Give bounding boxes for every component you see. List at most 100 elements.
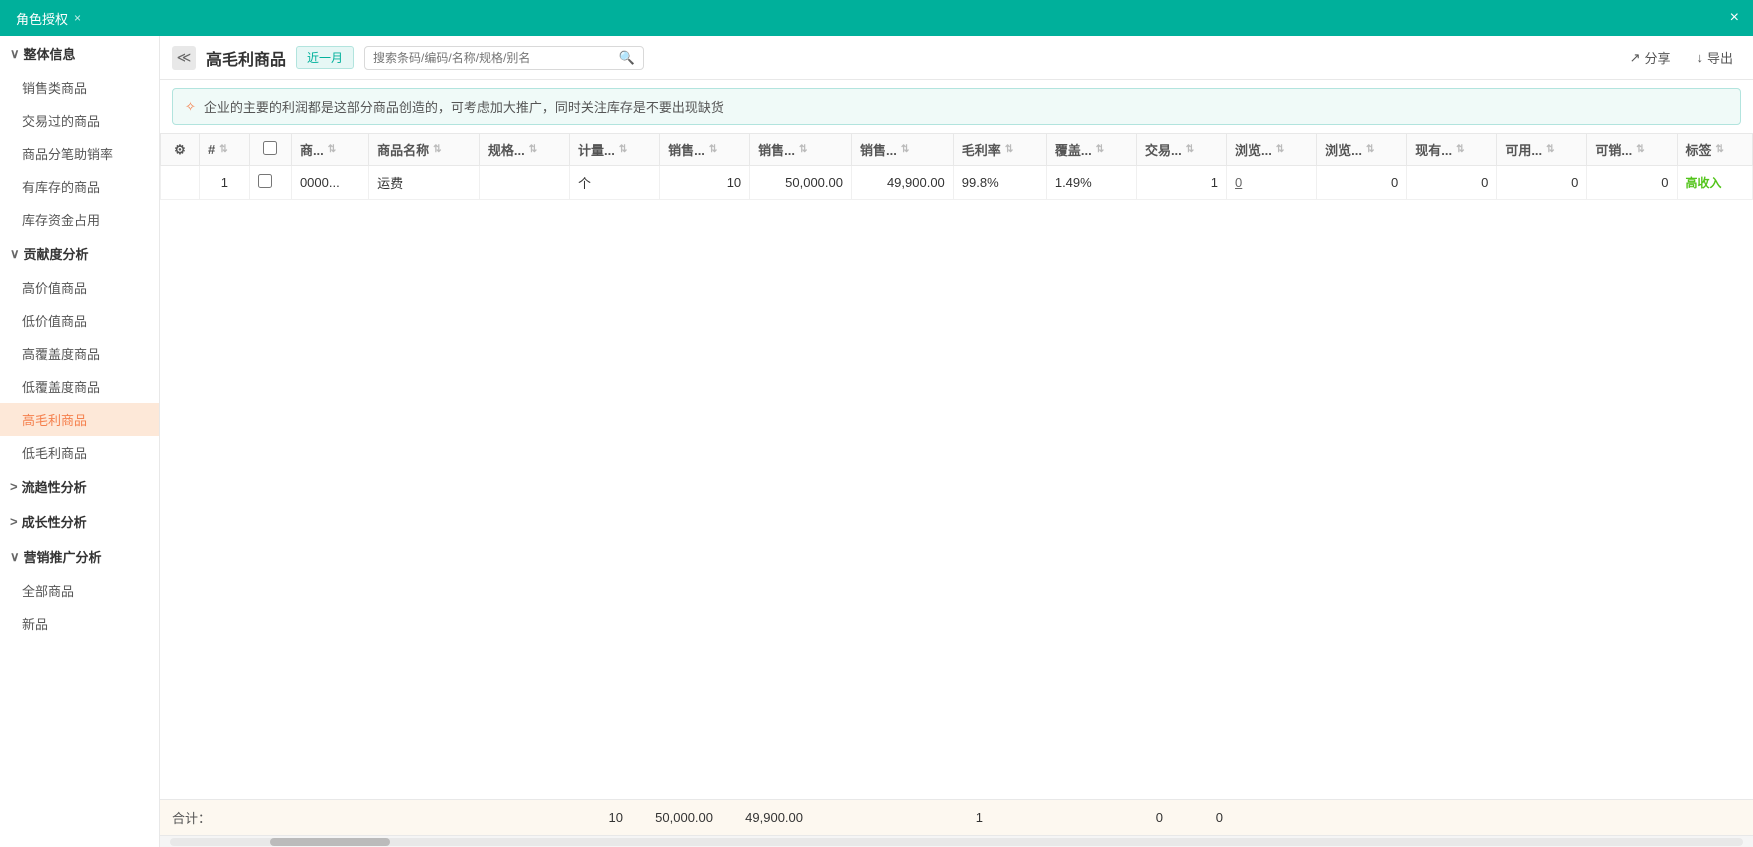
select-all-checkbox[interactable] <box>263 141 277 155</box>
nav-tabs: 首页销售单×进货单×权限设置×角色授权×产成品入库单×单据模板设置×商品分析×商… <box>4 0 119 36</box>
cell-saleQty: 10 <box>660 166 750 200</box>
sidebar-group-成长性分析[interactable]: >成长性分析 <box>0 504 159 539</box>
sidebar-group-整体信息[interactable]: ∨整体信息 <box>0 36 159 71</box>
footer-cell-3 <box>361 810 451 825</box>
group-label: 流趋性分析 <box>22 477 87 496</box>
footer-cell-0 <box>231 810 271 825</box>
col-header-current: 现有...⇅ <box>1407 134 1497 166</box>
footer-total-label: 合计： <box>172 808 211 827</box>
col-header-spec: 规格...⇅ <box>479 134 569 166</box>
sidebar-group-贡献度分析[interactable]: ∨贡献度分析 <box>0 236 159 271</box>
col-header-coverage: 覆盖...⇅ <box>1046 134 1136 166</box>
cell-name: 运费 <box>369 166 480 200</box>
row-checkbox[interactable] <box>258 174 272 188</box>
cell-saleProfit: 49,900.00 <box>851 166 953 200</box>
group-label: 营销推广分析 <box>24 547 102 566</box>
footer-cell-12 <box>991 810 1051 825</box>
cell-browse2: 0 <box>1317 166 1407 200</box>
search-icon[interactable]: 🔍 <box>619 50 635 66</box>
col-header-check <box>249 134 291 166</box>
footer-cell-7: 50,000.00 <box>631 810 721 825</box>
footer-bar: 合计： 1050,000.0049,900.00100 <box>160 799 1753 835</box>
sidebar-item-高价值商品[interactable]: 高价值商品 <box>0 271 159 304</box>
sidebar-item-交易过的商品[interactable]: 交易过的商品 <box>0 104 159 137</box>
collapse-sidebar-button[interactable]: ≪ <box>172 46 196 70</box>
info-banner-text: 企业的主要的利润都是这部分商品创造的，可考虑加大推广，同时关注库存是不要出现缺货 <box>204 97 724 116</box>
scrollbar-thumb[interactable] <box>270 838 390 846</box>
main-layout: ∨整体信息销售类商品交易过的商品商品分笔助销率有库存的商品库存资金占用∨贡献度分… <box>0 36 1753 847</box>
sidebar-item-高覆盖度商品[interactable]: 高覆盖度商品 <box>0 337 159 370</box>
col-header-tag: 标签⇅ <box>1677 134 1753 166</box>
sidebar-group-流趋性分析[interactable]: >流趋性分析 <box>0 469 159 504</box>
sidebar-item-高毛利商品[interactable]: 高毛利商品 <box>0 403 159 436</box>
sidebar-item-商品分笔助销率[interactable]: 商品分笔助销率 <box>0 137 159 170</box>
cell-browse1[interactable]: 0 <box>1227 166 1317 200</box>
export-label: 导出 <box>1707 48 1733 67</box>
group-label: 成长性分析 <box>22 512 87 531</box>
tab-close-icon[interactable]: × <box>74 11 81 25</box>
footer-cell-15: 0 <box>1171 810 1231 825</box>
page-title: 高毛利商品 <box>206 46 286 70</box>
close-app-button[interactable]: × <box>1720 9 1749 27</box>
footer-cell-6: 10 <box>571 810 631 825</box>
cell-grossMargin: 99.8% <box>953 166 1046 200</box>
footer-cell-5 <box>511 810 571 825</box>
share-button[interactable]: ↗ 分享 <box>1622 44 1679 71</box>
content-header: ≪ 高毛利商品 近一月 🔍 ↗ 分享 ↓ 导出 <box>160 36 1753 80</box>
cell-tradeCount: 1 <box>1136 166 1226 200</box>
sidebar-item-低价值商品[interactable]: 低价值商品 <box>0 304 159 337</box>
horizontal-scrollbar[interactable] <box>160 835 1753 847</box>
col-header-name: 商品名称⇅ <box>369 134 480 166</box>
table-row: 10000...运费个1050,000.0049,900.0099.8%1.49… <box>161 166 1753 200</box>
date-filter-button[interactable]: 近一月 <box>296 46 354 69</box>
col-header-code: 商...⇅ <box>291 134 368 166</box>
group-label: 贡献度分析 <box>24 244 89 263</box>
sidebar-item-库存资金占用[interactable]: 库存资金占用 <box>0 203 159 236</box>
sidebar-item-有库存的商品[interactable]: 有库存的商品 <box>0 170 159 203</box>
col-header-usable: 可用...⇅ <box>1497 134 1587 166</box>
info-banner: ✧ 企业的主要的利润都是这部分商品创造的，可考虑加大推广，同时关注库存是不要出现… <box>172 88 1741 125</box>
star-icon: ✧ <box>185 99 196 115</box>
sidebar-item-低覆盖度商品[interactable]: 低覆盖度商品 <box>0 370 159 403</box>
cell-check[interactable] <box>249 166 291 200</box>
footer-cell-8: 49,900.00 <box>721 810 811 825</box>
footer-cell-13 <box>1051 810 1111 825</box>
tag-value: 高收入 <box>1686 176 1722 190</box>
cell-code: 0000... <box>291 166 368 200</box>
sidebar-item-低毛利商品[interactable]: 低毛利商品 <box>0 436 159 469</box>
share-icon: ↗ <box>1630 50 1641 66</box>
col-header-saleable: 可销...⇅ <box>1587 134 1677 166</box>
row-empty <box>161 166 200 200</box>
sidebar-group-营销推广分析[interactable]: ∨营销推广分析 <box>0 539 159 574</box>
sidebar-item-新品[interactable]: 新品 <box>0 607 159 640</box>
cell-spec <box>479 166 569 200</box>
cell-saleable: 0 <box>1587 166 1677 200</box>
arrow-icon: ∨ <box>10 549 20 565</box>
data-table: ⚙#⇅商...⇅商品名称⇅规格...⇅计量...⇅销售...⇅销售...⇅销售.… <box>160 133 1753 200</box>
arrow-icon: ∨ <box>10 46 20 62</box>
footer-cell-16 <box>1231 810 1291 825</box>
col-header-saleProfit: 销售...⇅ <box>851 134 953 166</box>
cell-current: 0 <box>1407 166 1497 200</box>
footer-cell-14: 0 <box>1111 810 1171 825</box>
top-nav: 首页销售单×进货单×权限设置×角色授权×产成品入库单×单据模板设置×商品分析×商… <box>0 0 1753 36</box>
table-wrapper[interactable]: ⚙#⇅商...⇅商品名称⇅规格...⇅计量...⇅销售...⇅销售...⇅销售.… <box>160 133 1753 799</box>
sidebar-item-全部商品[interactable]: 全部商品 <box>0 574 159 607</box>
browse-link[interactable]: 0 <box>1235 175 1242 190</box>
sidebar-item-销售类商品[interactable]: 销售类商品 <box>0 71 159 104</box>
col-header-seq: #⇅ <box>199 134 249 166</box>
share-label: 分享 <box>1644 48 1670 67</box>
footer-cell-2 <box>301 810 361 825</box>
footer-cell-9 <box>811 810 871 825</box>
sidebar: ∨整体信息销售类商品交易过的商品商品分笔助销率有库存的商品库存资金占用∨贡献度分… <box>0 36 160 847</box>
cell-tag: 高收入 <box>1677 166 1753 200</box>
export-icon: ↓ <box>1696 50 1703 65</box>
export-button[interactable]: ↓ 导出 <box>1688 44 1741 71</box>
footer-cell-11: 1 <box>931 810 991 825</box>
search-input[interactable] <box>373 51 619 65</box>
col-header-browse2: 浏览...⇅ <box>1317 134 1407 166</box>
nav-tab-角色授权[interactable]: 角色授权× <box>4 0 119 36</box>
scrollbar-track <box>170 838 1743 846</box>
col-settings[interactable]: ⚙ <box>161 134 200 166</box>
content-area: ≪ 高毛利商品 近一月 🔍 ↗ 分享 ↓ 导出 ✧ 企业的主要的利润都是这部分商… <box>160 36 1753 847</box>
